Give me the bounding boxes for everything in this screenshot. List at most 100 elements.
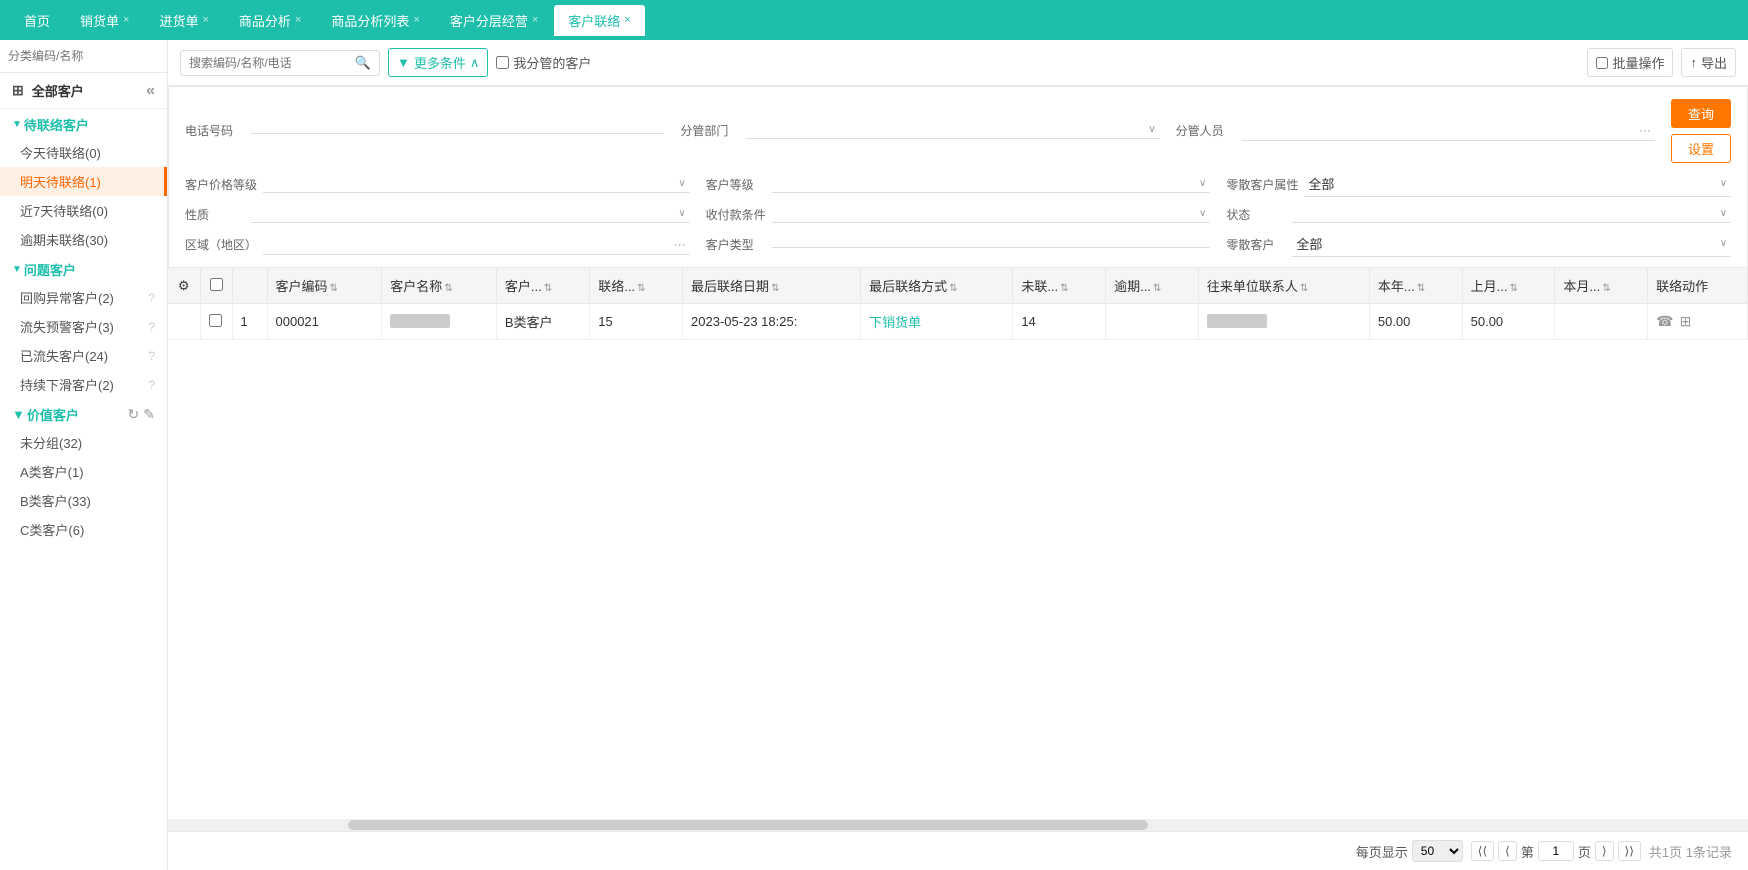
nav-customer-contact[interactable]: 客户联络 × [554, 5, 644, 36]
sort-icon-last-month: ⇅ [1509, 283, 1517, 294]
sidebar-item-churn-warning[interactable]: 流失预警客户(3) ? [0, 312, 167, 341]
nav-sales[interactable]: 销货单 × [66, 5, 143, 36]
sidebar-item-declining[interactable]: 持续下滑客户(2) ? [0, 370, 167, 399]
td-check[interactable] [200, 304, 232, 340]
nature-select[interactable]: ∨ [251, 205, 690, 223]
td-unit-contact [1198, 304, 1369, 340]
th-this-year[interactable]: 本年...⇅ [1369, 268, 1462, 304]
filter-search-icon[interactable]: 🔍 [355, 55, 371, 71]
area-input[interactable]: ··· [263, 234, 690, 255]
dept-select[interactable]: ∨ [746, 121, 1159, 139]
sidebar-group-problem[interactable]: 问题客户 [0, 254, 167, 283]
th-contact-count[interactable]: 联络...⇅ [590, 268, 683, 304]
th-name[interactable]: 客户名称⇅ [382, 268, 497, 304]
grid-action-icon[interactable]: ⊞ [1680, 313, 1692, 330]
filter-more-conditions[interactable]: ▼ 更多条件 ∧ [388, 48, 488, 77]
sidebar-item-tomorrow[interactable]: 明天待联络(1) [0, 167, 167, 196]
nav-close-customer-layering[interactable]: × [532, 14, 538, 26]
sidebar-item-week[interactable]: 近7天待联络(0) [0, 196, 167, 225]
edit-icon-value[interactable]: ✎ [143, 406, 155, 423]
total-records: 共1页 1条记录 [1649, 842, 1732, 861]
th-overdue[interactable]: 逾期...⇅ [1106, 268, 1199, 304]
nav-close-product-analysis[interactable]: × [295, 14, 301, 26]
person-more-icon: ··· [1639, 123, 1651, 137]
horizontal-scrollbar[interactable] [168, 819, 1748, 831]
page-size-select[interactable]: 50 20 100 200 [1412, 840, 1463, 862]
th-gear[interactable]: ⚙ [168, 268, 200, 304]
person-input[interactable]: ··· [1242, 120, 1655, 141]
th-check[interactable] [200, 268, 232, 304]
adv-field-customer-type: 客户类型 [706, 236, 1211, 253]
sort-icon-last-method: ⇅ [949, 283, 957, 294]
nav-purchase[interactable]: 进货单 × [145, 5, 222, 36]
price-level-select[interactable]: ∨ [263, 175, 690, 193]
sort-icon-last-date: ⇅ [771, 283, 779, 294]
settings-button[interactable]: 设置 [1671, 134, 1731, 163]
prev-page-button[interactable]: ⟨ [1498, 841, 1517, 861]
nav-close-sales[interactable]: × [123, 14, 129, 26]
sidebar-item-repurchase[interactable]: 回购异常客户(2) ? [0, 283, 167, 312]
adv-field-phone: 电话号码 [185, 122, 664, 139]
my-customers-checkbox[interactable]: 我分管的客户 [496, 53, 591, 72]
sort-icon-this-year: ⇅ [1417, 283, 1425, 294]
payment-select[interactable]: ∨ [772, 205, 1211, 223]
sidebar-item-c-class[interactable]: C类客户(6) [0, 515, 167, 544]
batch-op-button[interactable]: 批量操作 [1587, 48, 1673, 77]
batch-checkbox[interactable] [1596, 57, 1608, 69]
export-button[interactable]: ↑ 导出 [1681, 48, 1736, 77]
next-page-button[interactable]: ⟩ [1595, 841, 1614, 861]
adv-field-nature: 性质 ∨ [185, 205, 690, 223]
sidebar-item-overdue[interactable]: 逾期未联络(30) [0, 225, 167, 254]
sidebar-item-churned[interactable]: 已流失客户(24) ? [0, 341, 167, 370]
sidebar-item-today[interactable]: 今天待联络(0) [0, 138, 167, 167]
sort-icon-unit-contact: ⇅ [1300, 283, 1308, 294]
th-last-method[interactable]: 最后联络方式⇅ [861, 268, 1013, 304]
nav-close-customer-contact[interactable]: × [624, 14, 630, 26]
last-page-button[interactable]: ⟩⟩ [1618, 841, 1641, 861]
phone-input[interactable] [251, 127, 664, 134]
nav-close-product-list[interactable]: × [413, 14, 419, 26]
th-code[interactable]: 客户编码⇅ [267, 268, 382, 304]
th-last-month[interactable]: 上月...⇅ [1462, 268, 1555, 304]
my-customers-check[interactable] [496, 56, 509, 69]
select-all-checkbox[interactable] [210, 278, 223, 291]
sidebar-collapse-icon[interactable]: « [146, 82, 155, 100]
sidebar-item-a-class[interactable]: A类客户(1) [0, 457, 167, 486]
nav-product-list[interactable]: 商品分析列表 × [317, 5, 433, 36]
th-this-month[interactable]: 本月...⇅ [1555, 268, 1648, 304]
level-select[interactable]: ∨ [772, 175, 1211, 193]
td-code: 000021 [267, 304, 382, 340]
refresh-icon-value[interactable]: ↻ [128, 406, 140, 423]
phone-action-icon[interactable]: ☎ [1656, 313, 1673, 330]
status-select[interactable]: ∨ [1292, 205, 1731, 223]
sidebar-all-customers[interactable]: ⊞ 全部客户 « [0, 73, 167, 109]
customer-type-input[interactable] [772, 241, 1211, 248]
row-checkbox[interactable] [209, 314, 222, 327]
td-last-method[interactable]: 下销货单 [861, 304, 1013, 340]
sidebar: 🔍 ⊞ 全部客户 « 待联络客户 今天待联络(0) 明天待联络(1) 近7天待联… [0, 40, 168, 870]
sidebar-group-pending[interactable]: 待联络客户 [0, 109, 167, 138]
sidebar-item-b-class[interactable]: B类客户(33) [0, 486, 167, 515]
th-category[interactable]: 客户...⇅ [496, 268, 589, 304]
retail-customer-select[interactable]: 全部 ∨ [1292, 231, 1731, 257]
th-last-date[interactable]: 最后联络日期⇅ [683, 268, 861, 304]
filter-search-input[interactable] [189, 56, 351, 70]
th-not-contacted[interactable]: 未联...⇅ [1013, 268, 1106, 304]
query-button[interactable]: 查询 [1671, 99, 1731, 128]
td-contact-count: 15 [590, 304, 683, 340]
nav-close-purchase[interactable]: × [202, 14, 208, 26]
last-method-link[interactable]: 下销货单 [869, 315, 921, 330]
nav-product-analysis[interactable]: 商品分析 × [225, 5, 315, 36]
td-not-contacted: 14 [1013, 304, 1106, 340]
sidebar-search-input[interactable] [8, 49, 163, 63]
retail-attr-select[interactable]: 全部 ∨ [1304, 171, 1731, 197]
scrollbar-thumb[interactable] [348, 820, 1148, 830]
page-number-input[interactable] [1538, 841, 1574, 861]
th-unit-contact[interactable]: 往来单位联系人⇅ [1198, 268, 1369, 304]
nav-home[interactable]: 首页 [10, 5, 64, 36]
adv-filter-row-1: 电话号码 分管部门 ∨ 分管人员 ··· 查询 设置 [185, 97, 1731, 163]
nav-customer-layering[interactable]: 客户分层经营 × [436, 5, 552, 36]
sidebar-item-ungroup[interactable]: 未分组(32) [0, 428, 167, 457]
first-page-button[interactable]: ⟨⟨ [1471, 841, 1494, 861]
adv-field-payment: 收付款条件 ∨ [706, 205, 1211, 223]
